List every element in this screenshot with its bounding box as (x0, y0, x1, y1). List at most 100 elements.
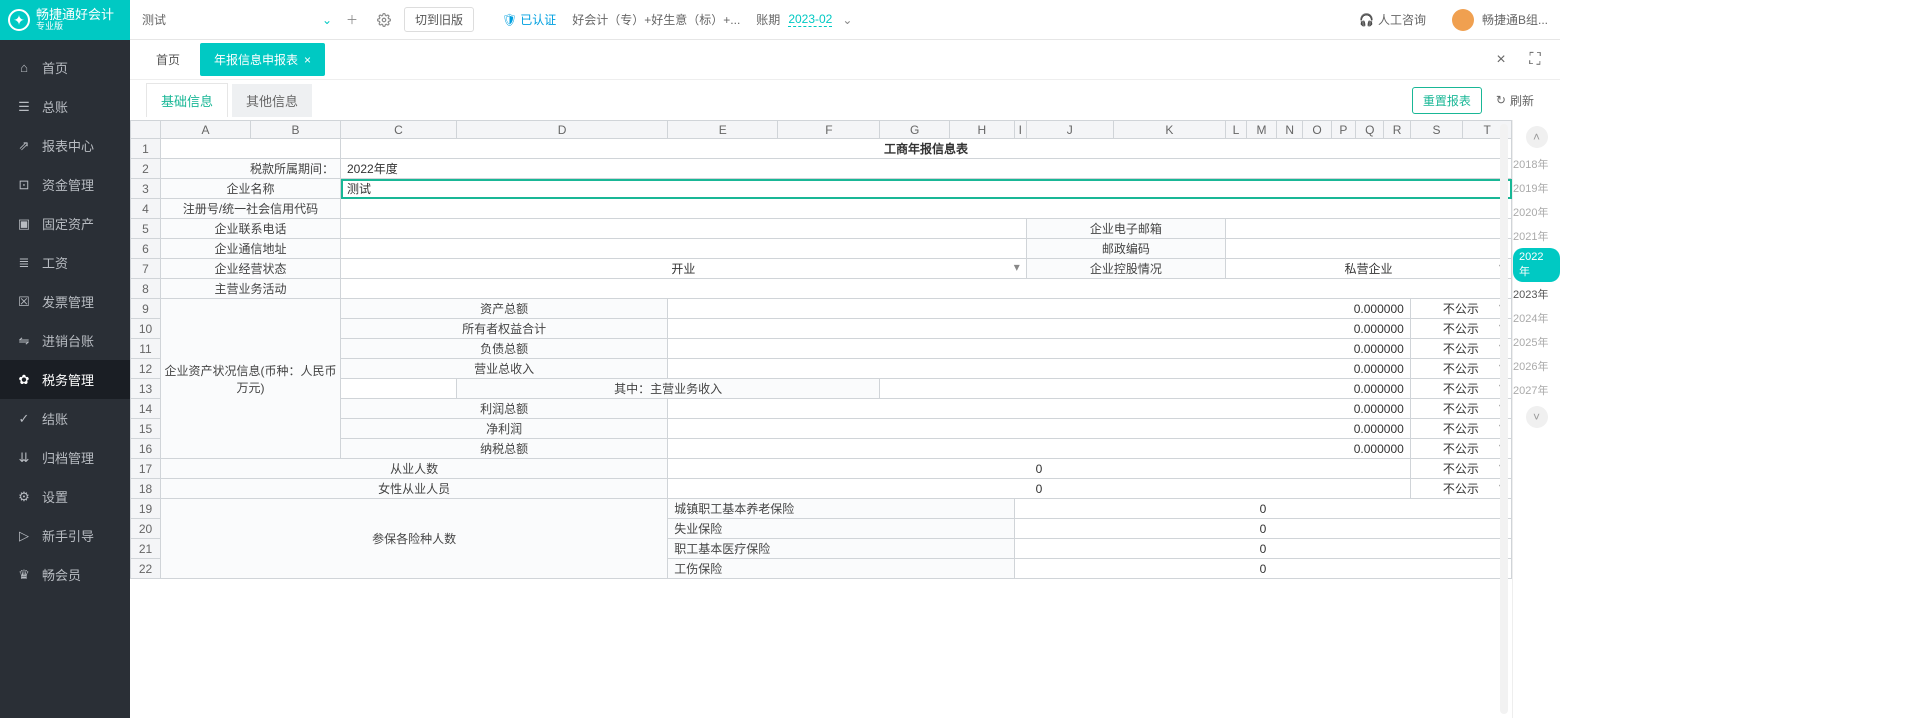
row-number[interactable]: 11 (131, 339, 161, 359)
row-number[interactable]: 21 (131, 539, 161, 559)
row-number[interactable]: 5 (131, 219, 161, 239)
cell-value[interactable]: 0.000000 (668, 339, 1411, 359)
sidebar-item-archive[interactable]: ⇊归档管理 (0, 438, 130, 477)
cell-value[interactable]: 0.000000 (668, 439, 1411, 459)
col-header[interactable]: C (341, 121, 457, 139)
publish-select[interactable]: 不公示 (1410, 319, 1511, 339)
cell-value[interactable]: 0.000000 (668, 399, 1411, 419)
subtab-other[interactable]: 其他信息 (232, 84, 312, 117)
row-number[interactable]: 1 (131, 139, 161, 159)
subtab-basic[interactable]: 基础信息 (146, 83, 228, 117)
sidebar-item-chart[interactable]: ⇗报表中心 (0, 126, 130, 165)
col-header[interactable]: I (1014, 121, 1026, 139)
tab-home[interactable]: 首页 (142, 43, 194, 76)
sidebar-item-stock[interactable]: ⇋进销台账 (0, 321, 130, 360)
cell-value[interactable]: 0 (1014, 499, 1511, 519)
status-select[interactable]: 开业 (341, 259, 1027, 279)
year-item[interactable]: 2021年 (1513, 224, 1560, 248)
sidebar-item-ledger[interactable]: ☰总账 (0, 87, 130, 126)
year-item[interactable]: 2027年 (1513, 378, 1560, 402)
publish-select[interactable]: 不公示 (1410, 479, 1511, 499)
add-button[interactable]: ＋ (340, 8, 364, 32)
row-number[interactable]: 4 (131, 199, 161, 219)
row-number[interactable]: 18 (131, 479, 161, 499)
col-header[interactable]: E (668, 121, 778, 139)
row-number[interactable]: 13 (131, 379, 161, 399)
year-item[interactable]: 2019年 (1513, 176, 1560, 200)
publish-select[interactable]: 不公示 (1410, 439, 1511, 459)
year-scroll-down[interactable]: ˅ (1526, 406, 1548, 428)
username[interactable]: 畅捷通B组... (1482, 11, 1548, 28)
row-number[interactable]: 6 (131, 239, 161, 259)
cell-input[interactable] (1226, 239, 1512, 259)
cell-input[interactable] (341, 219, 1027, 239)
year-item[interactable]: 2018年 (1513, 152, 1560, 176)
row-number[interactable]: 14 (131, 399, 161, 419)
col-header[interactable]: D (456, 121, 667, 139)
cell-value[interactable]: 0.000000 (668, 359, 1411, 379)
year-item[interactable]: 2020年 (1513, 200, 1560, 224)
sidebar-item-money[interactable]: ⊡资金管理 (0, 165, 130, 204)
row-number[interactable]: 10 (131, 319, 161, 339)
cell-value[interactable]: 0 (668, 459, 1411, 479)
publish-select[interactable]: 不公示 (1410, 359, 1511, 379)
row-number[interactable]: 19 (131, 499, 161, 519)
col-header[interactable]: R (1384, 121, 1410, 139)
cell-value[interactable]: 0.000000 (668, 299, 1411, 319)
scrollbar[interactable] (1500, 124, 1508, 714)
cell-input[interactable] (341, 239, 1027, 259)
col-header[interactable]: J (1026, 121, 1113, 139)
sidebar-item-invoice[interactable]: ☒发票管理 (0, 282, 130, 321)
support-link[interactable]: 🎧 人工咨询 (1359, 11, 1426, 28)
row-number[interactable]: 7 (131, 259, 161, 279)
sidebar-item-tax[interactable]: ✿税务管理 (0, 360, 130, 399)
row-number[interactable]: 16 (131, 439, 161, 459)
cell-input[interactable] (341, 199, 1512, 219)
year-item[interactable]: 2024年 (1513, 306, 1560, 330)
year-scroll-up[interactable]: ˄ (1526, 126, 1548, 148)
holding-select[interactable]: 私营企业 (1226, 259, 1512, 279)
cell-value[interactable]: 0 (1014, 559, 1511, 579)
year-item[interactable]: 2025年 (1513, 330, 1560, 354)
col-header[interactable]: M (1246, 121, 1276, 139)
cell-input[interactable] (1226, 219, 1512, 239)
col-header[interactable]: A (161, 121, 251, 139)
year-item[interactable]: 2026年 (1513, 354, 1560, 378)
spreadsheet[interactable]: ABCDEFGHIJKLMNOPQRST1工商年报信息表2税款所属期间：2022… (130, 120, 1512, 718)
cell-value[interactable]: 0 (1014, 519, 1511, 539)
col-header[interactable]: S (1410, 121, 1462, 139)
col-header[interactable]: N (1276, 121, 1302, 139)
row-number[interactable]: 22 (131, 559, 161, 579)
publish-select[interactable]: 不公示 (1410, 399, 1511, 419)
col-header[interactable]: P (1331, 121, 1356, 139)
year-item[interactable]: 2022年 (1513, 248, 1560, 282)
cell-value[interactable]: 0 (668, 479, 1411, 499)
refresh-button[interactable]: ↻ 刷新 (1486, 88, 1544, 113)
row-number[interactable]: 8 (131, 279, 161, 299)
row-number[interactable]: 3 (131, 179, 161, 199)
sidebar-item-close[interactable]: ✓结账 (0, 399, 130, 438)
sidebar-item-salary[interactable]: ≣工资 (0, 243, 130, 282)
sidebar-item-guide[interactable]: ▷新手引导 (0, 516, 130, 555)
row-number[interactable]: 17 (131, 459, 161, 479)
cell-input[interactable] (341, 279, 1512, 299)
period-dropdown-icon[interactable]: ⌄ (842, 13, 852, 27)
col-header[interactable]: G (880, 121, 949, 139)
tab-annual-report[interactable]: 年报信息申报表 × (200, 43, 325, 76)
cell-value[interactable]: 0.000000 (880, 379, 1410, 399)
sidebar-item-vip[interactable]: ♛畅会员 (0, 555, 130, 594)
reset-report-button[interactable]: 重置报表 (1412, 87, 1482, 114)
company-name-cell[interactable]: 测试 (341, 179, 1512, 199)
row-number[interactable]: 20 (131, 519, 161, 539)
period-value[interactable]: 2023-02 (788, 12, 832, 27)
publish-select[interactable]: 不公示 (1410, 339, 1511, 359)
col-header[interactable] (131, 121, 161, 139)
publish-select[interactable]: 不公示 (1410, 299, 1511, 319)
col-header[interactable]: F (778, 121, 880, 139)
col-header[interactable]: K (1113, 121, 1225, 139)
cell-value[interactable]: 0.000000 (668, 419, 1411, 439)
col-header[interactable]: B (251, 121, 341, 139)
company-select[interactable]: 测试 ⌄ (142, 7, 332, 33)
row-number[interactable]: 9 (131, 299, 161, 319)
col-header[interactable]: H (949, 121, 1014, 139)
